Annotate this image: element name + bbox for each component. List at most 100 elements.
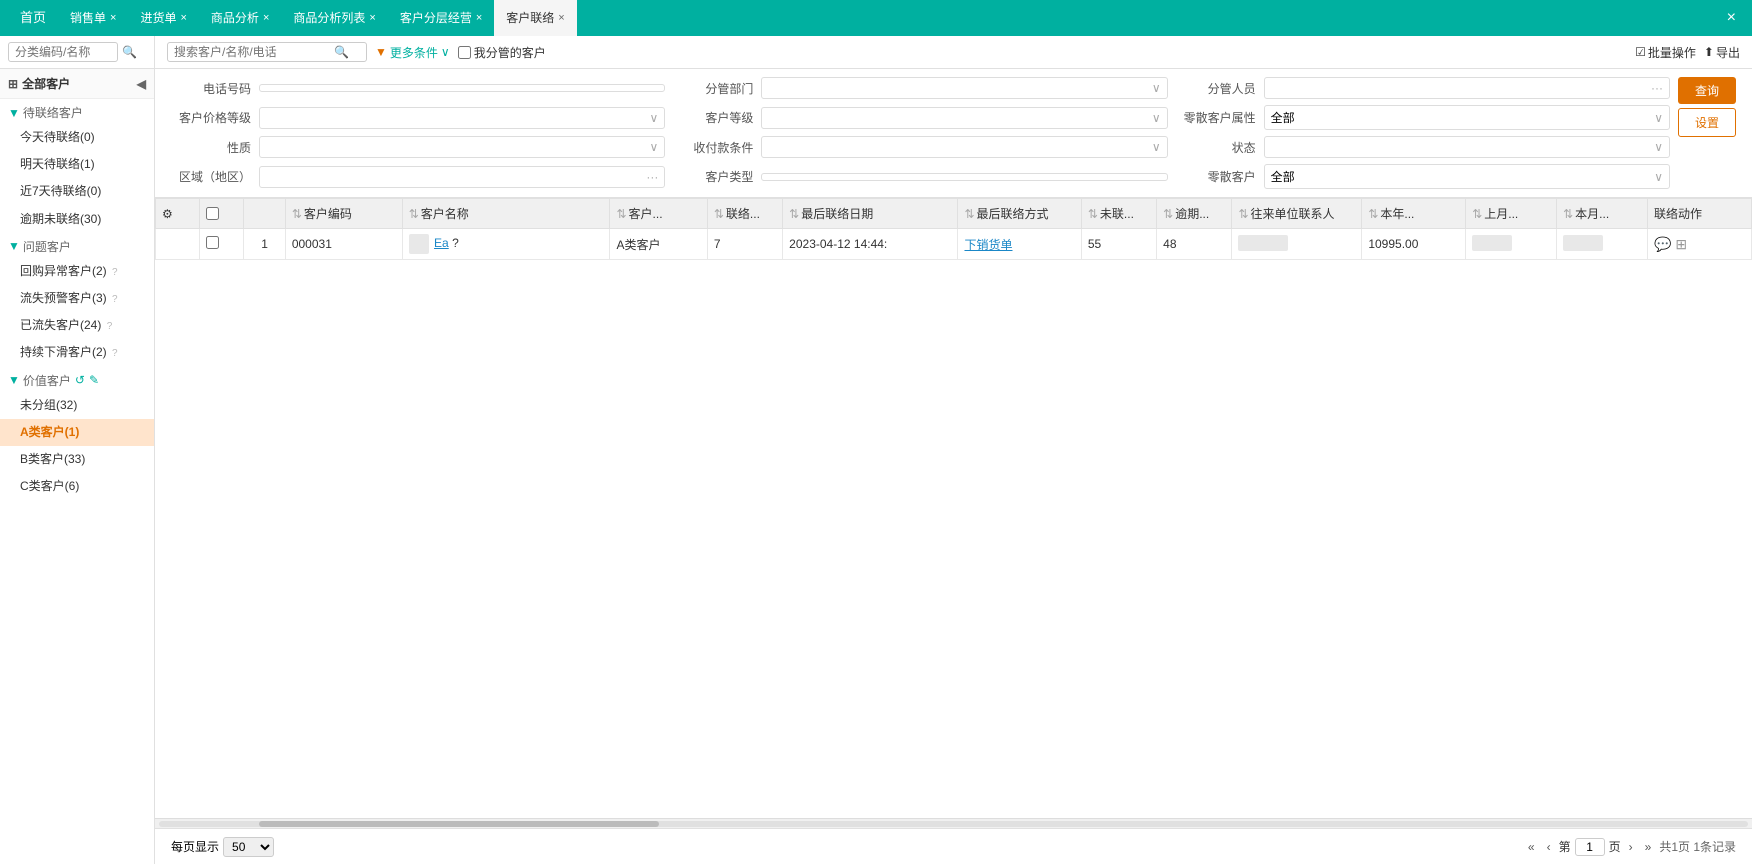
adv-filter-row-3: 性质 ∨ 收付款条件 ∨ 状态 bbox=[171, 136, 1670, 158]
settings-icon[interactable]: ⚙ bbox=[162, 207, 173, 221]
sidebar-search-icon[interactable]: 🔍 bbox=[122, 45, 137, 59]
scatter-attr-select[interactable]: 全部 ∨ bbox=[1264, 105, 1670, 130]
cell-unit-contact bbox=[1232, 229, 1362, 260]
prev-page-btn[interactable]: ‹ bbox=[1543, 838, 1555, 856]
refresh-icon[interactable]: ↺ bbox=[75, 373, 85, 387]
more-conditions-caret: ∨ bbox=[441, 45, 450, 59]
help-icon: ? bbox=[112, 267, 118, 278]
customer-type-input[interactable] bbox=[761, 173, 1167, 181]
sidebar-item-tomorrow-pending[interactable]: 明天待联络(1) bbox=[0, 151, 154, 178]
customer-avatar bbox=[409, 234, 429, 254]
scatter-customer-select[interactable]: 全部 ∨ bbox=[1264, 164, 1670, 189]
close-customer-segment-tab[interactable]: × bbox=[476, 0, 482, 36]
close-purchase-tab[interactable]: × bbox=[180, 0, 186, 36]
set-btn[interactable]: 设置 bbox=[1678, 108, 1736, 137]
batch-op-label: 批量操作 bbox=[1648, 44, 1696, 61]
last-method-link[interactable]: 下销货单 bbox=[964, 238, 1012, 252]
nav-home[interactable]: 首页 bbox=[8, 0, 58, 36]
export-icon: ⬆ bbox=[1704, 45, 1714, 59]
col-settings[interactable]: ⚙ bbox=[156, 199, 200, 229]
filter-bar: 🔍 ▼ 更多条件 ∨ 我分管的客户 ☑ 批量操作 ⬆ 导出 bbox=[155, 36, 1752, 69]
phone-input[interactable] bbox=[259, 84, 665, 92]
this-month-placeholder bbox=[1563, 235, 1603, 251]
status-select[interactable]: ∨ bbox=[1264, 136, 1670, 158]
sidebar-item-class-c[interactable]: C类客户(6) bbox=[0, 473, 154, 500]
row-checkbox[interactable] bbox=[206, 236, 219, 249]
nature-select[interactable]: ∨ bbox=[259, 136, 665, 158]
all-customers-label: 全部客户 bbox=[22, 75, 70, 92]
col-type-sort-icon: ⇅ bbox=[616, 207, 626, 221]
cell-code: 000031 bbox=[285, 229, 402, 260]
select-all-checkbox[interactable] bbox=[206, 207, 219, 220]
col-contact-sort-icon: ⇅ bbox=[714, 207, 724, 221]
region-input[interactable]: ··· bbox=[259, 166, 665, 188]
close-customer-contact-tab[interactable]: × bbox=[558, 0, 564, 36]
nav-tab-customer-segment[interactable]: 客户分层经营 × bbox=[388, 0, 494, 36]
nav-tab-purchase[interactable]: 进货单 × bbox=[128, 0, 198, 36]
first-page-btn[interactable]: « bbox=[1524, 838, 1539, 856]
sidebar-item-class-a[interactable]: A类客户(1) bbox=[0, 419, 154, 446]
scatter-customer-label: 零散客户 bbox=[1176, 168, 1256, 185]
horizontal-scrollbar[interactable] bbox=[155, 818, 1752, 828]
nav-tab-analysis[interactable]: 商品分析 × bbox=[199, 0, 281, 36]
sidebar-item-unclassified[interactable]: 未分组(32) bbox=[0, 392, 154, 419]
sidebar-item-overdue-pending[interactable]: 逾期未联络(30) bbox=[0, 206, 154, 233]
page-size-dropdown[interactable]: 50 100 200 bbox=[223, 837, 274, 857]
col-this-month: ⇅ 本月... bbox=[1557, 199, 1648, 229]
sidebar-item-declining[interactable]: 持续下滑客户(2) ? bbox=[0, 339, 154, 366]
manager-input[interactable]: ··· bbox=[1264, 77, 1670, 99]
last-page-btn[interactable]: » bbox=[1641, 838, 1656, 856]
page-input[interactable] bbox=[1575, 838, 1605, 856]
nav-tab-analysis-list[interactable]: 商品分析列表 × bbox=[281, 0, 387, 36]
col-overdue: ⇅ 逾期... bbox=[1157, 199, 1232, 229]
adv-filter-row-2: 客户价格等级 ∨ 客户等级 ∨ 零散客户属性 bbox=[171, 105, 1670, 130]
filter-search-input[interactable] bbox=[174, 45, 334, 59]
grid-action-icon[interactable]: ⊞ bbox=[1675, 236, 1687, 253]
sidebar-search-input[interactable] bbox=[8, 42, 118, 62]
main-layout: 🔍 ⊞ 全部客户 ◀ ▼ 待联络客户 今天待联络(0) 明天待联络(1) 近7天… bbox=[0, 36, 1752, 864]
sidebar-item-repurchase-abnormal[interactable]: 回购异常客户(2) ? bbox=[0, 258, 154, 285]
sidebar-item-churned[interactable]: 已流失客户(24) ? bbox=[0, 312, 154, 339]
sidebar-group-problem: ▼ 问题客户 bbox=[0, 233, 154, 258]
unit-contact-placeholder bbox=[1238, 235, 1288, 251]
price-level-select[interactable]: ∨ bbox=[259, 107, 665, 129]
edit-icon[interactable]: ✎ bbox=[89, 373, 99, 387]
adv-filter-row-1: 电话号码 分管部门 ∨ 分管人员 ··· bbox=[171, 77, 1670, 99]
sidebar-item-class-b[interactable]: B类客户(33) bbox=[0, 446, 154, 473]
my-customers-filter[interactable]: 我分管的客户 bbox=[458, 44, 546, 61]
nav-tab-label: 商品分析列表 bbox=[293, 0, 365, 36]
region-label: 区域（地区） bbox=[171, 168, 251, 185]
close-sales-tab[interactable]: × bbox=[110, 0, 116, 36]
cell-name-text[interactable]: Ea bbox=[434, 236, 449, 250]
sidebar-item-churn-warning[interactable]: 流失预警客户(3) ? bbox=[0, 285, 154, 312]
dept-select[interactable]: ∨ bbox=[761, 77, 1167, 99]
status-caret-icon: ∨ bbox=[1654, 140, 1663, 154]
col-type: ⇅ 客户... bbox=[610, 199, 707, 229]
sidebar-item-7day-pending[interactable]: 近7天待联络(0) bbox=[0, 178, 154, 205]
collapse-sidebar-icon[interactable]: ◀ bbox=[137, 77, 146, 91]
nav-tab-label: 销售单 bbox=[70, 0, 106, 36]
nav-tab-customer-contact[interactable]: 客户联络 × bbox=[494, 0, 576, 36]
my-customers-checkbox[interactable] bbox=[458, 46, 471, 59]
next-page-btn[interactable]: › bbox=[1625, 838, 1637, 856]
close-all-icon[interactable]: × bbox=[1719, 9, 1744, 26]
cell-last-method[interactable]: 下销货单 bbox=[958, 229, 1081, 260]
nav-tab-sales[interactable]: 销售单 × bbox=[58, 0, 128, 36]
export-btn[interactable]: ⬆ 导出 bbox=[1704, 44, 1740, 61]
chat-action-icon[interactable]: 💬 bbox=[1654, 236, 1671, 253]
payment-select[interactable]: ∨ bbox=[761, 136, 1167, 158]
more-conditions-btn[interactable]: ▼ 更多条件 ∨ bbox=[375, 44, 450, 61]
close-analysis-list-tab[interactable]: × bbox=[369, 0, 375, 36]
nature-label: 性质 bbox=[171, 139, 251, 156]
close-analysis-tab[interactable]: × bbox=[263, 0, 269, 36]
batch-op-btn[interactable]: ☑ 批量操作 bbox=[1635, 44, 1696, 61]
filter-search-icon[interactable]: 🔍 bbox=[334, 45, 349, 59]
col-unit-contact-sort-icon: ⇅ bbox=[1238, 207, 1248, 221]
query-btn[interactable]: 查询 bbox=[1678, 77, 1736, 104]
col-last-method-label: 最后联络方式 bbox=[977, 205, 1049, 222]
scrollbar-thumb[interactable] bbox=[259, 821, 659, 827]
customer-level-select[interactable]: ∨ bbox=[761, 107, 1167, 129]
sidebar-item-today-pending[interactable]: 今天待联络(0) bbox=[0, 124, 154, 151]
pagination: 每页显示 50 100 200 « ‹ 第 页 › » 共1页 1条记录 bbox=[155, 828, 1752, 864]
triangle-icon: ▼ bbox=[8, 373, 20, 387]
